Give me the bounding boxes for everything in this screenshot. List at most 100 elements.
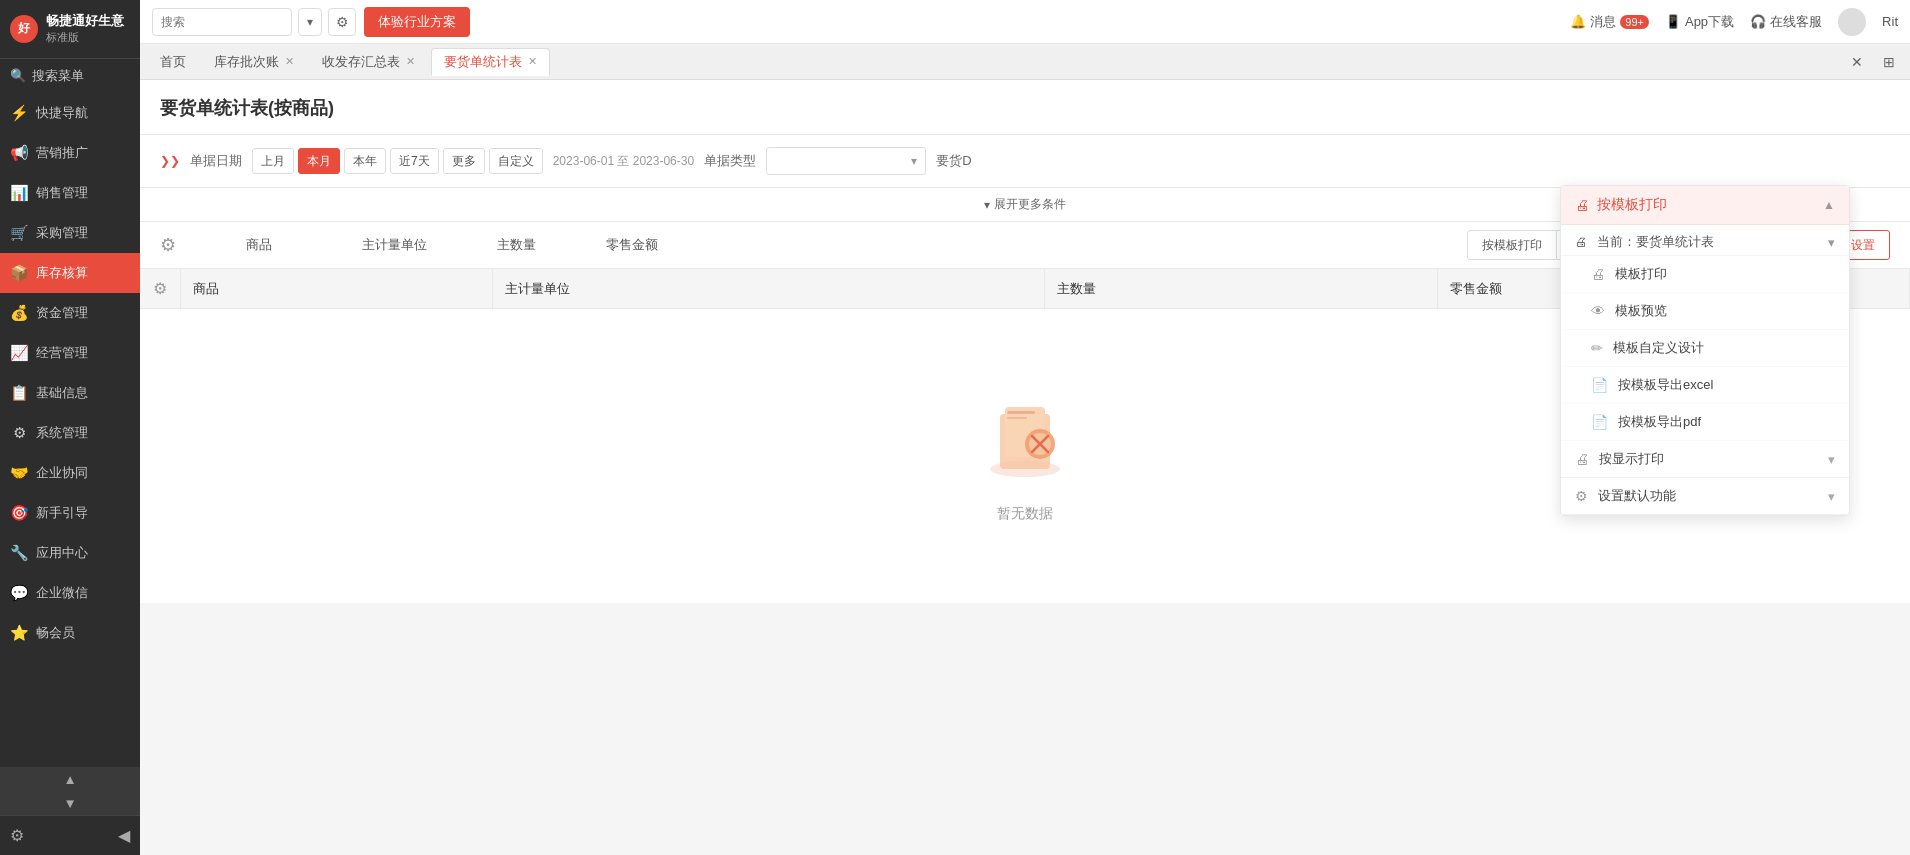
sidebar-item-vip[interactable]: ⭐ 畅会员 (0, 613, 140, 653)
settings-icon[interactable]: ⚙ (10, 826, 24, 845)
sidebar-scroll-down[interactable]: ▼ (0, 791, 140, 815)
topbar: ▾ ⚙ 体验行业方案 🔔 消息 99+ 📱 App下载 🎧 在线客服 Rit (140, 0, 1910, 44)
set-default-icon: ⚙ (1575, 488, 1588, 504)
print-dropdown: 🖨 按模板打印 ▲ 🖨 当前：要货单统计表 ▾ 🖨 模板打印 👁 模板预览 ✏ … (1560, 185, 1850, 516)
sidebar-label-enterprise: 企业协同 (36, 464, 88, 482)
type-select[interactable]: ▾ (766, 147, 926, 175)
wechat-icon: 💬 (10, 584, 28, 602)
type-filter-label: 单据类型 (704, 152, 756, 170)
sidebar-label-basic: 基础信息 (36, 384, 88, 402)
dropdown-item-template-print[interactable]: 🖨 模板打印 (1561, 256, 1849, 293)
topbar-dropdown[interactable]: ▾ (298, 8, 322, 36)
sidebar-item-wechat[interactable]: 💬 企业微信 (0, 573, 140, 613)
topbar-settings[interactable]: ⚙ (328, 8, 356, 36)
tab-order-stats[interactable]: 要货单统计表✕ (431, 48, 550, 76)
empty-illustration (975, 389, 1075, 489)
col-settings-icon[interactable]: ⚙ (153, 280, 167, 297)
dropdown-item-template-export-excel[interactable]: 📄 按模板导出excel (1561, 367, 1849, 404)
dropdown-item-template-preview[interactable]: 👁 模板预览 (1561, 293, 1849, 330)
trial-button[interactable]: 体验行业方案 (364, 7, 470, 37)
system-icon: ⚙ (10, 424, 28, 442)
notification-btn[interactable]: 🔔 消息 99+ (1570, 13, 1649, 31)
sidebar-scroll-up[interactable]: ▲ (0, 767, 140, 791)
tab-home[interactable]: 首页 (148, 48, 198, 76)
sidebar-item-apps[interactable]: 🔧 应用中心 (0, 533, 140, 573)
date-filter-label: 单据日期 (190, 152, 242, 170)
expand-more-label: 展开更多条件 (994, 196, 1066, 213)
bell-icon: 🔔 (1570, 14, 1586, 29)
date-btn-more[interactable]: 更多 (443, 148, 485, 174)
dropdown-item-template-export-pdf[interactable]: 📄 按模板导出pdf (1561, 404, 1849, 441)
template-preview-icon: 👁 (1591, 303, 1605, 319)
display-print-label: 按显示打印 (1599, 450, 1664, 468)
sidebar-item-sales[interactable]: 📊 销售管理 (0, 173, 140, 213)
template-preview-label: 模板预览 (1615, 302, 1667, 320)
sidebar-item-system[interactable]: ⚙ 系统管理 (0, 413, 140, 453)
empty-text: 暂无数据 (997, 505, 1053, 523)
sales-icon: 📊 (10, 184, 28, 202)
sidebar-item-quick-nav[interactable]: ⚡ 快捷导航 (0, 93, 140, 133)
amount-col: 零售金额 (606, 236, 658, 254)
print-dropdown-header[interactable]: 🖨 按模板打印 ▲ (1561, 186, 1849, 225)
sidebar-label-operations: 经营管理 (36, 344, 88, 362)
user-avatar[interactable] (1838, 8, 1866, 36)
sidebar-item-operations[interactable]: 📈 经营管理 (0, 333, 140, 373)
template-design-icon: ✏ (1591, 340, 1603, 356)
app-download-label: App下载 (1685, 13, 1734, 31)
sidebar-label-marketing: 营销推广 (36, 144, 88, 162)
col-unit: 主计量单位 (493, 269, 1045, 309)
tab-batch-account[interactable]: 库存批次账 ✕ (202, 48, 306, 76)
dropdown-item-template-design[interactable]: ✏ 模板自定义设计 (1561, 330, 1849, 367)
tab-close-receipt-summary[interactable]: ✕ (406, 55, 415, 68)
sidebar-item-basic[interactable]: 📋 基础信息 (0, 373, 140, 413)
service-icon: 🎧 (1750, 14, 1766, 29)
sidebar: 好 畅捷通好生意 标准版 🔍 搜索菜单 ⚡ 快捷导航 📢 营销推广 📊 销售管理… (0, 0, 140, 855)
date-btn-prev-month[interactable]: 上月 (252, 148, 294, 174)
tab-label-batch-account: 库存批次账 (214, 53, 279, 71)
date-group: 上月本月本年近7天更多自定义 (252, 148, 543, 174)
table-settings-icon[interactable]: ⚙ (160, 234, 176, 256)
app-download-btn[interactable]: 📱 App下载 (1665, 13, 1734, 31)
current-template-section[interactable]: 🖨 当前：要货单统计表 ▾ (1561, 225, 1849, 256)
print-btn[interactable]: 按模板打印 (1467, 230, 1557, 260)
sidebar-item-purchase[interactable]: 🛒 采购管理 (0, 213, 140, 253)
topbar-search-input[interactable] (152, 8, 292, 36)
maximize-btn[interactable]: ⊞ (1876, 49, 1902, 75)
unit-col: 主计量单位 (362, 236, 427, 254)
close-tab-btn[interactable]: ✕ (1844, 49, 1870, 75)
date-btn-this-month[interactable]: 本月 (298, 148, 340, 174)
topbar-right: 🔔 消息 99+ 📱 App下载 🎧 在线客服 Rit (1570, 8, 1898, 36)
sidebar-item-guide[interactable]: 🎯 新手引导 (0, 493, 140, 533)
sidebar-label-sales: 销售管理 (36, 184, 88, 202)
quick-nav-icon: ⚡ (10, 104, 28, 122)
filter-expand-btn[interactable]: ❯❯ (160, 154, 180, 168)
online-service-btn[interactable]: 🎧 在线客服 (1750, 13, 1822, 31)
expand-more-btn[interactable]: ▾ 展开更多条件 (984, 196, 1066, 213)
print-header-label: 按模板打印 (1597, 196, 1667, 214)
template-print-label: 模板打印 (1615, 265, 1667, 283)
date-btn-this-year[interactable]: 本年 (344, 148, 386, 174)
date-btn-custom[interactable]: 自定义 (489, 148, 543, 174)
sidebar-item-enterprise[interactable]: 🤝 企业协同 (0, 453, 140, 493)
print-dropdown-items: 🖨 模板打印 👁 模板预览 ✏ 模板自定义设计 📄 按模板导出excel 📄 按… (1561, 256, 1849, 441)
col-settings: ⚙ (140, 269, 180, 309)
online-service-label: 在线客服 (1770, 13, 1822, 31)
sidebar-item-inventory[interactable]: 📦 库存核算 (0, 253, 140, 293)
notification-badge: 99+ (1620, 15, 1649, 29)
tab-close-order-stats[interactable]: ✕ (528, 55, 537, 68)
expand-more-icon: ▾ (984, 198, 990, 212)
sidebar-item-marketing[interactable]: 📢 营销推广 (0, 133, 140, 173)
display-print-section[interactable]: 🖨 按显示打印 ▾ (1561, 441, 1849, 478)
sidebar-item-finance[interactable]: 💰 资金管理 (0, 293, 140, 333)
tab-receipt-summary[interactable]: 收发存汇总表✕ (310, 48, 427, 76)
date-btn-last-7-days[interactable]: 近7天 (390, 148, 439, 174)
apps-icon: 🔧 (10, 544, 28, 562)
sidebar-search[interactable]: 🔍 搜索菜单 (0, 59, 140, 93)
set-default-section[interactable]: ⚙ 设置默认功能 ▾ (1561, 478, 1849, 515)
sidebar-label-quick-nav: 快捷导航 (36, 104, 88, 122)
app-sub: 标准版 (46, 30, 124, 45)
chevron-down-icon: ▾ (911, 154, 917, 168)
collapse-icon[interactable]: ◀ (118, 826, 130, 845)
current-template-label: 当前：要货单统计表 (1597, 234, 1714, 249)
tab-close-batch-account[interactable]: ✕ (285, 55, 294, 68)
